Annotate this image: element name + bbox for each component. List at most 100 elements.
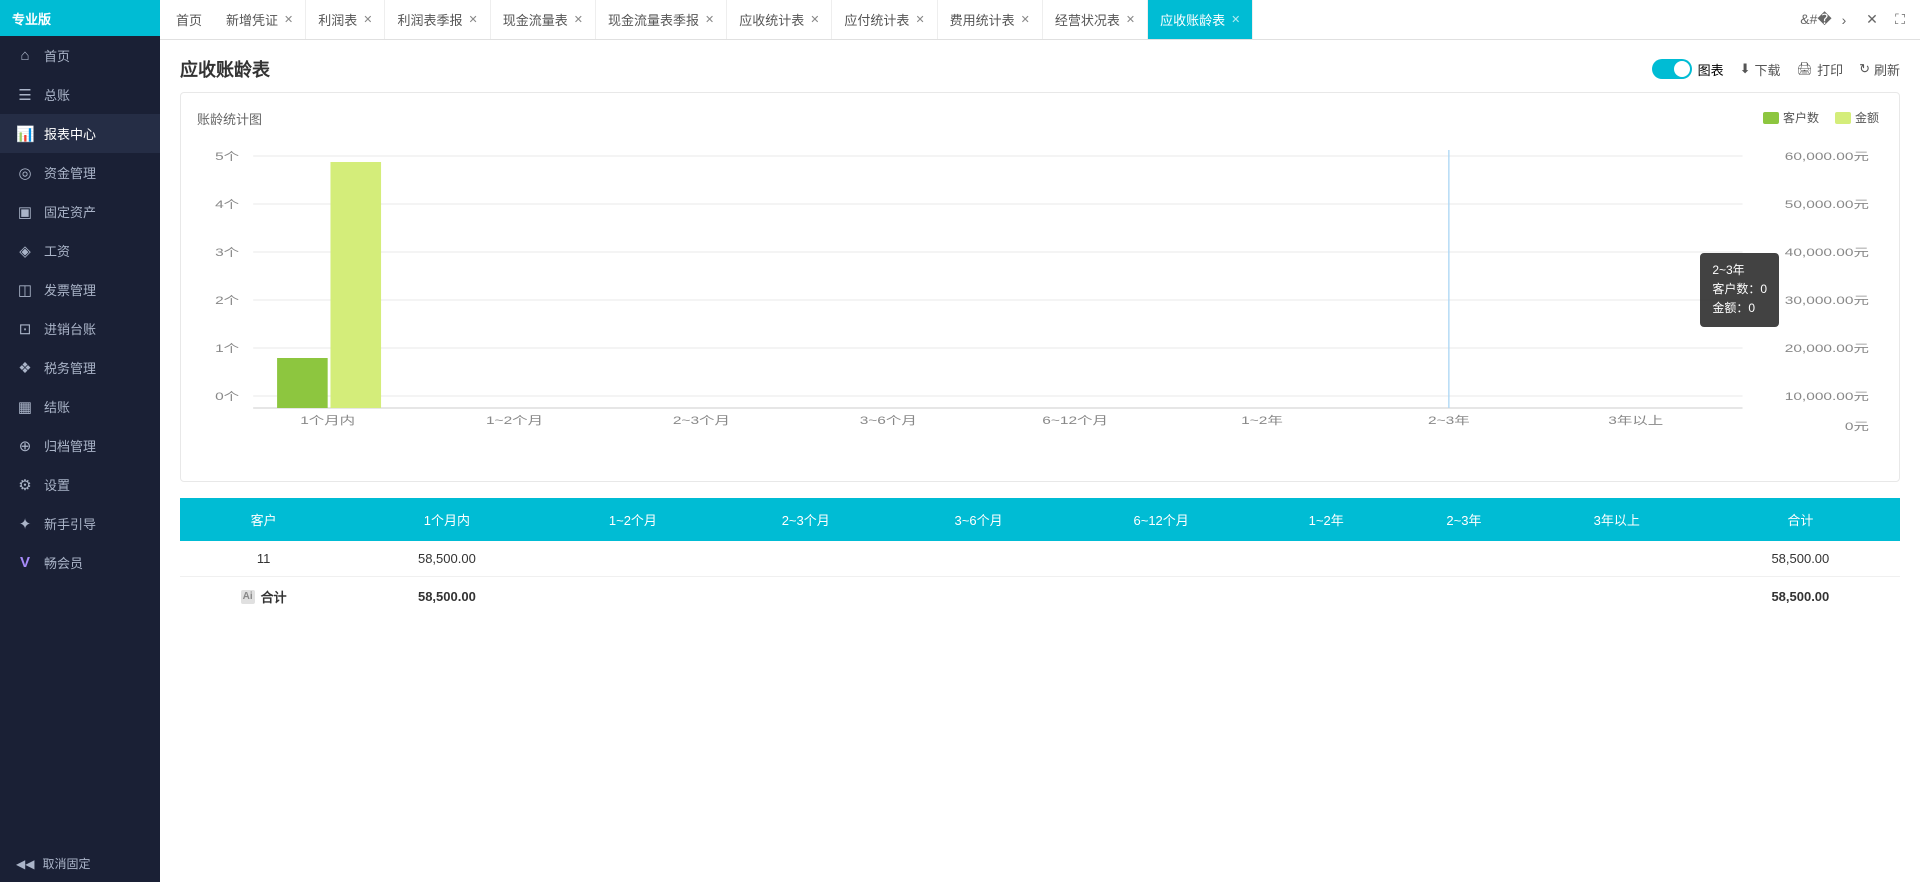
tab-close-icon[interactable]: ✕ — [705, 13, 714, 26]
total-1month: 58,500.00 — [347, 577, 546, 617]
tab-cashflow-quarter[interactable]: 现金流量表季报 ✕ — [596, 0, 727, 40]
tab-label: 应付统计表 — [844, 10, 909, 29]
sidebar-item-stock[interactable]: ⊡ 进销台账 — [0, 309, 160, 348]
tab-close-all[interactable]: ✕ — [1860, 8, 1884, 32]
sidebar-item-label: 发票管理 — [44, 280, 96, 299]
cell-1-2month — [547, 541, 720, 577]
settings-icon: ⚙ — [16, 476, 34, 494]
tab-voucher[interactable]: 新增凭证 ✕ — [214, 0, 306, 40]
svg-text:2个: 2个 — [215, 294, 239, 306]
total-label-cell: Ai 合计 — [180, 577, 347, 617]
funds-icon: ◎ — [16, 164, 34, 182]
tab-close-icon[interactable]: ✕ — [574, 13, 583, 26]
sidebar-item-invoice[interactable]: ◫ 发票管理 — [0, 270, 160, 309]
sidebar-item-tax[interactable]: ❖ 税务管理 — [0, 348, 160, 387]
home-icon: ⌂ — [16, 47, 34, 64]
tab-expense-stat[interactable]: 费用统计表 ✕ — [938, 0, 1043, 40]
table-row: 11 58,500.00 58,500.00 — [180, 541, 1900, 577]
download-button[interactable]: ⬇ 下载 — [1740, 60, 1781, 79]
cell-3-6month — [892, 541, 1065, 577]
toggle-knob[interactable] — [1652, 59, 1692, 79]
salary-icon: ◈ — [16, 242, 34, 260]
sidebar-item-guide[interactable]: ✦ 新手引导 — [0, 504, 160, 543]
sidebar-item-label: 归档管理 — [44, 436, 96, 455]
tab-scroll-left[interactable]: &#� — [1804, 8, 1828, 32]
chart-legend: 客户数 金额 — [1763, 109, 1879, 126]
page-header: 应收账龄表 图表 ⬇ 下载 🖨 打印 ↻ 刷新 — [160, 40, 1920, 92]
tab-aging[interactable]: 应收账龄表 ✕ — [1148, 0, 1253, 40]
sidebar-item-salary[interactable]: ◈ 工资 — [0, 231, 160, 270]
sidebar-item-ledger[interactable]: ☰ 总账 — [0, 75, 160, 114]
tab-profit-quarter[interactable]: 利润表季报 ✕ — [385, 0, 490, 40]
tab-bar: 首页 新增凭证 ✕ 利润表 ✕ 利润表季报 ✕ 现金流量表 ✕ 现金流量表季报 … — [160, 0, 1920, 40]
sidebar-item-label: 工资 — [44, 241, 70, 260]
svg-text:60,000.00元: 60,000.00元 — [1785, 150, 1869, 162]
tab-close-icon[interactable]: ✕ — [915, 13, 924, 26]
svg-text:20,000.00元: 20,000.00元 — [1785, 342, 1869, 354]
sidebar-item-label: 新手引导 — [44, 514, 96, 533]
toggle-label: 图表 — [1698, 60, 1724, 79]
tab-biz-stat[interactable]: 经营状况表 ✕ — [1043, 0, 1148, 40]
svg-text:5个: 5个 — [215, 150, 239, 162]
svg-text:40,000.00元: 40,000.00元 — [1785, 246, 1869, 258]
cell-2-3month — [719, 541, 892, 577]
guide-icon: ✦ — [16, 515, 34, 533]
cell-1-2year — [1257, 541, 1395, 577]
bar-1month-customer — [277, 358, 328, 408]
sidebar-item-archive[interactable]: ⊕ 归档管理 — [0, 426, 160, 465]
sidebar-pin-toggle[interactable]: ◀◀ 取消固定 — [0, 845, 160, 882]
tab-label: 应收账龄表 — [1160, 10, 1225, 29]
svg-text:2~3个月: 2~3个月 — [673, 414, 730, 426]
sidebar-item-assets[interactable]: ▣ 固定资产 — [0, 192, 160, 231]
total-3-6month — [892, 577, 1065, 617]
sidebar-item-settings[interactable]: ⚙ 设置 — [0, 465, 160, 504]
sidebar-item-reports[interactable]: 📊 报表中心 — [0, 114, 160, 153]
svg-text:10,000.00元: 10,000.00元 — [1785, 390, 1869, 402]
tab-close-icon[interactable]: ✕ — [284, 13, 293, 26]
print-icon: 🖨 — [1797, 61, 1814, 77]
col-2-3year: 2~3年 — [1395, 498, 1533, 541]
tab-close-icon[interactable]: ✕ — [1231, 13, 1240, 26]
refresh-label: 刷新 — [1874, 60, 1900, 79]
tab-close-icon[interactable]: ✕ — [469, 13, 478, 26]
sidebar-item-label: 资金管理 — [44, 163, 96, 182]
tab-close-icon[interactable]: ✕ — [363, 13, 372, 26]
svg-text:0元: 0元 — [1845, 420, 1869, 432]
chart-toggle[interactable]: 图表 — [1652, 59, 1724, 79]
chart-area: 账龄统计图 客户数 金额 5个 4个 3个 2个 1个 0个 — [180, 92, 1900, 482]
tab-payable-stat[interactable]: 应付统计表 ✕ — [832, 0, 937, 40]
total-6-12month — [1065, 577, 1257, 617]
sidebar-item-label: 首页 — [44, 46, 70, 65]
svg-text:50,000.00元: 50,000.00元 — [1785, 198, 1869, 210]
svg-text:3~6个月: 3~6个月 — [860, 414, 917, 426]
sidebar-item-label: 报表中心 — [44, 124, 96, 143]
tab-receivable-stat[interactable]: 应收统计表 ✕ — [727, 0, 832, 40]
cell-total: 58,500.00 — [1701, 541, 1900, 577]
sidebar-item-label: 畅会员 — [44, 553, 83, 572]
invoice-icon: ◫ — [16, 281, 34, 299]
archive-icon: ⊕ — [16, 437, 34, 455]
legend-amount-color — [1835, 112, 1851, 124]
sidebar-item-label: 进销台账 — [44, 319, 96, 338]
tab-expand[interactable]: ⛶ — [1888, 8, 1912, 32]
sidebar-item-closing[interactable]: ▦ 结账 — [0, 387, 160, 426]
tab-profit[interactable]: 利润表 ✕ — [306, 0, 385, 40]
print-button[interactable]: 🖨 打印 — [1797, 60, 1844, 79]
tab-cashflow[interactable]: 现金流量表 ✕ — [491, 0, 596, 40]
total-label: Ai 合计 — [188, 587, 339, 606]
tab-close-icon[interactable]: ✕ — [810, 13, 819, 26]
refresh-button[interactable]: ↻ 刷新 — [1859, 60, 1900, 79]
tab-home[interactable]: 首页 — [164, 0, 214, 40]
table-total-row: Ai 合计 58,500.00 58,500.00 — [180, 577, 1900, 617]
chart-svg: 5个 4个 3个 2个 1个 0个 60,000.00元 50,000.00元 … — [197, 140, 1883, 440]
sidebar-item-funds[interactable]: ◎ 资金管理 — [0, 153, 160, 192]
download-icon: ⬇ — [1740, 61, 1751, 77]
sidebar-item-home[interactable]: ⌂ 首页 — [0, 36, 160, 75]
col-3year-plus: 3年以上 — [1533, 498, 1701, 541]
tab-close-icon[interactable]: ✕ — [1021, 13, 1030, 26]
tab-scroll-right[interactable]: › — [1832, 8, 1856, 32]
sidebar-item-vip[interactable]: V 畅会员 — [0, 543, 160, 582]
sidebar-item-label: 税务管理 — [44, 358, 96, 377]
sidebar-item-label: 总账 — [44, 85, 70, 104]
tab-close-icon[interactable]: ✕ — [1126, 13, 1135, 26]
